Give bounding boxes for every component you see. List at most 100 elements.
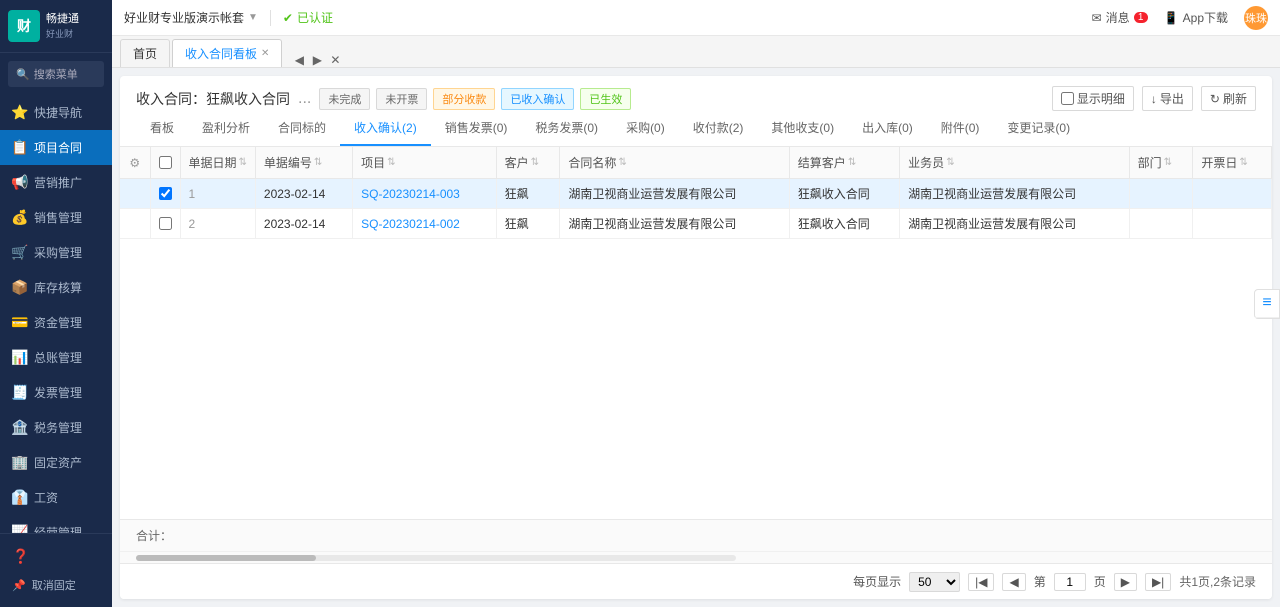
table-row[interactable]: 1 2023-02-14 SQ-20230214-003 狂飙 湖南卫视商业运营…: [120, 179, 1272, 209]
row2-customer: 湖南卫视商业运营发展有限公司: [560, 209, 789, 239]
sidebar-item-purchase[interactable]: 🛒 采购管理: [0, 235, 112, 270]
sidebar-item-project-contract[interactable]: 📋 项目合同: [0, 130, 112, 165]
sidebar-item-tax[interactable]: 🏦 税务管理: [0, 410, 112, 445]
window-close-button[interactable]: ✕: [328, 53, 342, 67]
status-uninvoiced[interactable]: 未开票: [376, 88, 427, 110]
nav-forward-button[interactable]: ▶: [310, 53, 324, 67]
tab-close-button[interactable]: ✕: [261, 48, 269, 59]
settings-icon[interactable]: ⚙: [128, 156, 142, 170]
sidebar-item-operations[interactable]: 📈 经营管理: [0, 515, 112, 533]
status-tags: 未完成 未开票 部分收款 已收入确认 已生效: [319, 88, 631, 110]
sidebar-item-quick-nav[interactable]: ⭐ 快捷导航: [0, 95, 112, 130]
tab-home[interactable]: 首页: [120, 39, 170, 67]
payroll-icon: 👔: [12, 490, 28, 506]
horizontal-scrollbar[interactable]: [120, 551, 1272, 563]
right-sidebar: ≡: [1254, 289, 1280, 319]
sub-tab-other[interactable]: 其他收支(0): [757, 111, 848, 146]
sub-tab-purchase[interactable]: 采购(0): [612, 111, 679, 146]
export-icon: ↓: [1151, 92, 1157, 106]
th-gear: ⚙: [120, 147, 150, 179]
row2-order-link[interactable]: SQ-20230214-002: [361, 217, 460, 231]
show-detail-button[interactable]: 显示明细: [1052, 86, 1134, 111]
message-icon: ✉: [1092, 11, 1102, 25]
prev-page-button[interactable]: ◀: [1002, 573, 1025, 591]
sidebar-item-inventory[interactable]: 📦 库存核算: [0, 270, 112, 305]
right-sidebar-expand-button[interactable]: ≡: [1255, 290, 1279, 318]
status-confirmed[interactable]: 已收入确认: [501, 88, 574, 110]
sidebar-item-sales[interactable]: 💰 销售管理: [0, 200, 112, 235]
sub-tab-contract-target[interactable]: 合同标的: [264, 111, 340, 146]
refresh-button[interactable]: ↻ 刷新: [1201, 86, 1256, 111]
sidebar-bottom-unpin[interactable]: 📌 取消固定: [8, 571, 104, 599]
th-date[interactable]: 单据日期 ⇅: [180, 147, 255, 179]
row1-department: [1193, 179, 1272, 209]
row1-no: 1: [180, 179, 255, 209]
total-label: 合计：: [136, 527, 172, 544]
sidebar-search-area: 🔍 搜索菜单: [0, 53, 112, 95]
sub-tab-attachments[interactable]: 附件(0): [927, 111, 994, 146]
sub-tab-profit[interactable]: 盈利分析: [188, 111, 264, 146]
ledger-icon: 📊: [12, 350, 28, 366]
sidebar-item-invoice-mgmt[interactable]: 🧾 发票管理: [0, 375, 112, 410]
sidebar-bottom: ❓ 📌 取消固定: [0, 533, 112, 607]
page-number-input[interactable]: [1054, 573, 1086, 591]
status-partial[interactable]: 部分收款: [433, 88, 495, 110]
next-page-button[interactable]: ▶: [1114, 573, 1137, 591]
th-customer[interactable]: 客户 ⇅: [496, 147, 560, 179]
sub-tab-sales-invoice[interactable]: 销售发票(0): [431, 111, 522, 146]
first-page-button[interactable]: |◀: [968, 573, 994, 591]
sub-tab-income-confirm[interactable]: 收入确认(2): [340, 111, 431, 146]
pin-icon: 📌: [12, 579, 26, 592]
fixed-assets-icon: 🏢: [12, 455, 28, 471]
th-salesman[interactable]: 业务员 ⇅: [900, 147, 1129, 179]
row1-checkbox[interactable]: [159, 187, 172, 200]
messages-button[interactable]: ✉ 消息 1: [1092, 9, 1148, 26]
th-contract[interactable]: 合同名称 ⇅: [560, 147, 789, 179]
scrollbar-thumb[interactable]: [136, 555, 316, 561]
data-table: ⚙ 单据日期 ⇅: [120, 147, 1272, 239]
sidebar-item-general-ledger[interactable]: 📊 总账管理: [0, 340, 112, 375]
row1-order-link[interactable]: SQ-20230214-003: [361, 187, 460, 201]
th-department[interactable]: 部门 ⇅: [1129, 147, 1193, 179]
user-profile[interactable]: 珠珠: [1244, 6, 1268, 30]
th-project[interactable]: 项目 ⇅: [353, 147, 497, 179]
sidebar-item-payroll[interactable]: 👔 工资: [0, 480, 112, 515]
table-row[interactable]: 2 2023-02-14 SQ-20230214-002 狂飙 湖南卫视商业运营…: [120, 209, 1272, 239]
sub-tab-changes[interactable]: 变更记录(0): [993, 111, 1084, 146]
logo-icon: 财: [8, 10, 40, 42]
nav-back-button[interactable]: ◀: [292, 53, 306, 67]
sub-tab-board[interactable]: 看板: [136, 111, 188, 146]
show-detail-checkbox[interactable]: [1061, 92, 1074, 105]
sub-tab-tax-invoice[interactable]: 税务发票(0): [521, 111, 612, 146]
select-all-checkbox[interactable]: [159, 156, 172, 169]
certified-badge: ✔ 已认证: [283, 9, 333, 26]
row1-customer: 湖南卫视商业运营发展有限公司: [560, 179, 789, 209]
more-button[interactable]: ...: [298, 90, 311, 108]
row2-check: [150, 209, 180, 239]
company-selector[interactable]: 好业财专业版演示帐套 ▼: [124, 9, 258, 26]
row1-salesman: [1129, 179, 1193, 209]
app-download-button[interactable]: 📱 App下载: [1164, 9, 1228, 26]
th-invoice-date[interactable]: 开票日 ⇅: [1193, 147, 1272, 179]
search-menu-button[interactable]: 🔍 搜索菜单: [8, 61, 104, 87]
sub-tab-inout[interactable]: 出入库(0): [848, 111, 927, 146]
th-settle-customer[interactable]: 结算客户 ⇅: [789, 147, 899, 179]
tab-income-contract[interactable]: 收入合同看板 ✕: [172, 39, 282, 67]
row2-settle-customer: 湖南卫视商业运营发展有限公司: [900, 209, 1129, 239]
status-incomplete[interactable]: 未完成: [319, 88, 370, 110]
sidebar-item-marketing[interactable]: 📢 营销推广: [0, 165, 112, 200]
sort-order-icon: ⇅: [314, 157, 322, 168]
sidebar-bottom-help[interactable]: ❓: [8, 542, 104, 571]
sidebar-item-fixed-assets[interactable]: 🏢 固定资产: [0, 445, 112, 480]
th-order-no[interactable]: 单据编号 ⇅: [255, 147, 352, 179]
scrollbar-track: [136, 555, 736, 561]
page-size-select[interactable]: 20 50 100: [909, 572, 960, 592]
last-page-button[interactable]: ▶|: [1145, 573, 1171, 591]
export-button[interactable]: ↓ 导出: [1142, 86, 1193, 111]
status-effective[interactable]: 已生效: [580, 88, 631, 110]
row2-checkbox[interactable]: [159, 217, 172, 230]
sidebar-item-funds[interactable]: 💳 资金管理: [0, 305, 112, 340]
sub-tab-payment[interactable]: 收付款(2): [679, 111, 758, 146]
invoice-mgmt-icon: 🧾: [12, 385, 28, 401]
marketing-icon: 📢: [12, 175, 28, 191]
